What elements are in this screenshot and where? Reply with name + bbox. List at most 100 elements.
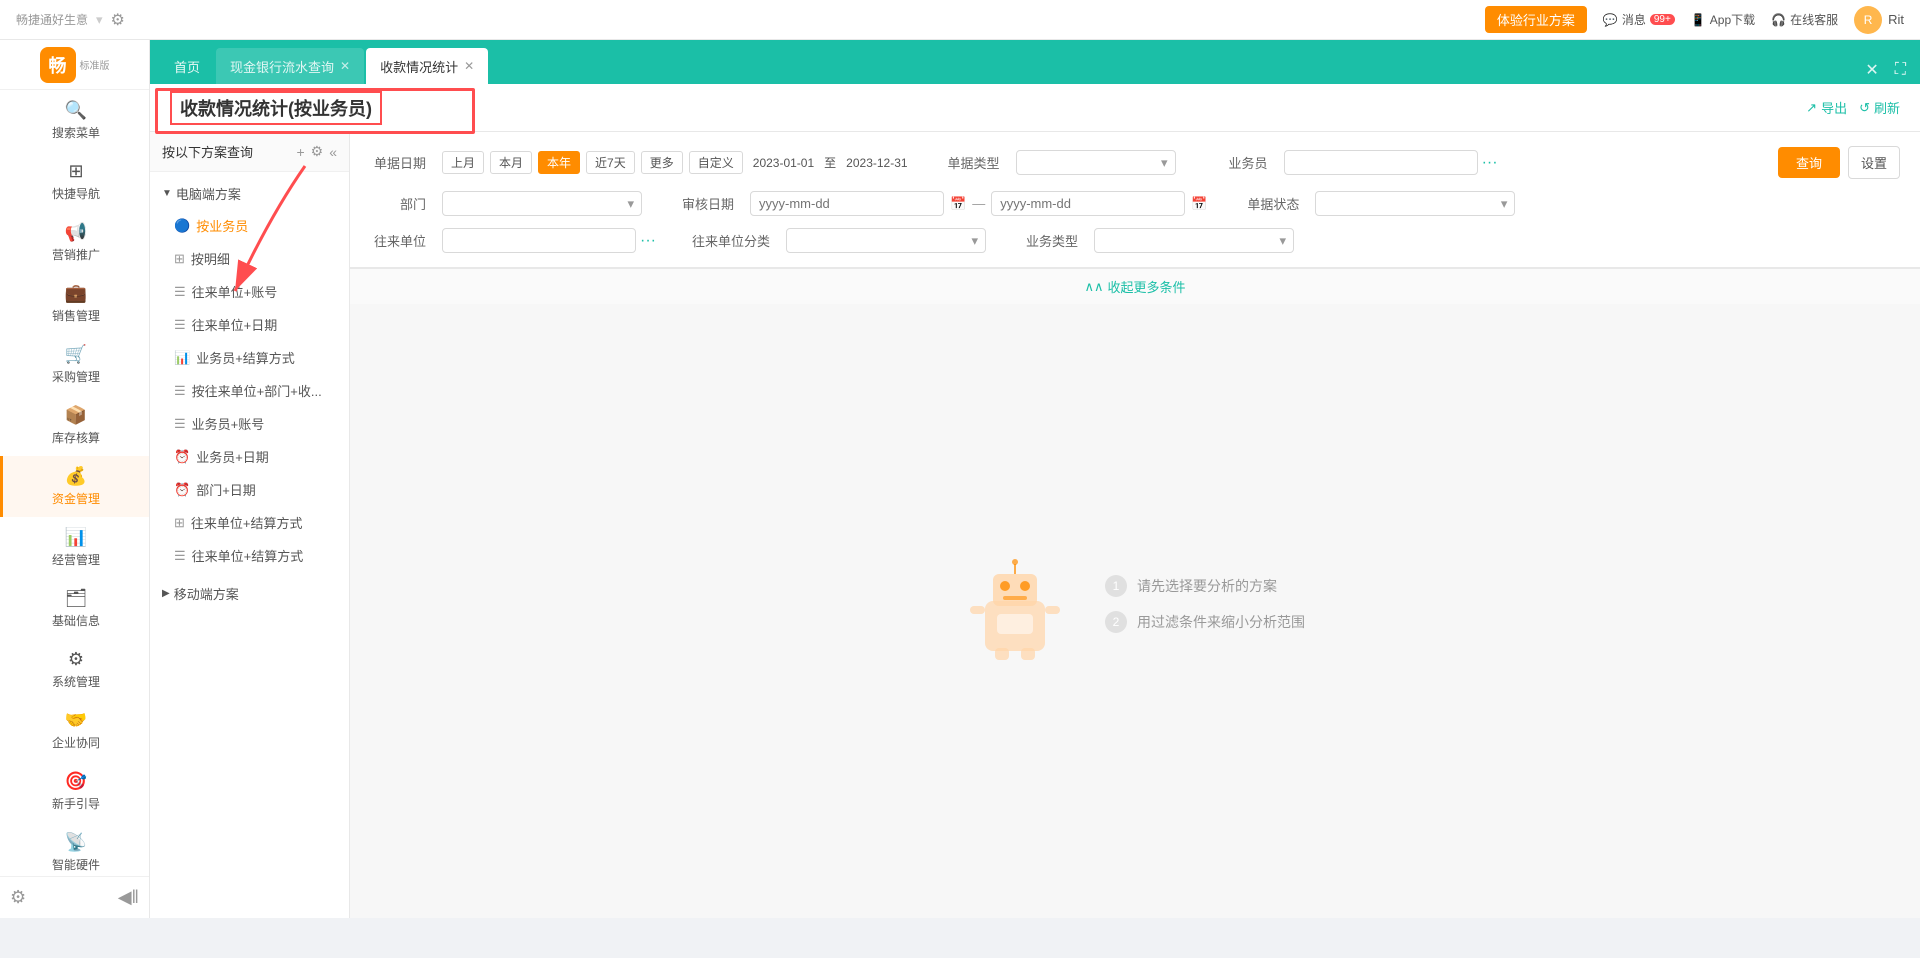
sales-icon: 💼 xyxy=(65,283,87,304)
user-area: R Rit xyxy=(1854,6,1904,34)
dept-select-wrap xyxy=(442,191,642,216)
counterpart-input[interactable] xyxy=(442,228,636,253)
tab-bank-flow-close[interactable]: ✕ xyxy=(340,59,350,73)
tab-bank-flow[interactable]: 现金银行流水查询 ✕ xyxy=(216,48,364,84)
review-date-to[interactable] xyxy=(991,191,1185,216)
dept-select[interactable] xyxy=(442,191,642,216)
scheme-item-unit-dept-collect[interactable]: ☰ 按往来单位+部门+收... xyxy=(150,374,349,407)
business-type-select[interactable] xyxy=(1094,228,1294,253)
voucher-status-select[interactable] xyxy=(1315,191,1515,216)
sidebar-item-system[interactable]: ⚙ 系统管理 xyxy=(0,639,149,700)
filter-actions: 查询 设置 xyxy=(1778,146,1900,179)
date-range-from: 2023-01-01 xyxy=(753,156,814,170)
logo-icon: 畅 xyxy=(40,47,76,83)
sidebar-item-inventory[interactable]: 📦 库存核算 xyxy=(0,395,149,456)
sidebar-item-label: 采购管理 xyxy=(52,368,100,385)
business-type-label: 业务类型 xyxy=(1022,231,1078,250)
scheme-item-by-salesperson[interactable]: 🔵 按业务员 xyxy=(150,209,349,242)
scheme-item-label: 往来单位+日期 xyxy=(192,315,278,334)
unit-date-icon: ☰ xyxy=(174,317,186,333)
scheme-item-unit-settle1[interactable]: ⊞ 往来单位+结算方式 xyxy=(150,506,349,539)
top-header: 畅捷通好生意 ▾ ⚙ 体验行业方案 💬 消息 99+ 📱 App下载 🎧 在线客… xyxy=(0,0,1920,40)
app-download-btn[interactable]: 📱 App下载 xyxy=(1691,11,1755,28)
collapse-sidebar-icon[interactable]: ◀‖ xyxy=(118,887,139,908)
close-tab-btn[interactable]: ✕ xyxy=(1861,56,1882,84)
refresh-btn[interactable]: ↺ 刷新 xyxy=(1859,98,1900,117)
panel-settings-btn[interactable]: ⚙ xyxy=(311,143,324,160)
message-badge: 99+ xyxy=(1650,14,1675,25)
scheme-item-salesperson-account[interactable]: ☰ 业务员+账号 xyxy=(150,407,349,440)
scheme-item-label: 往来单位+账号 xyxy=(192,282,278,301)
scheme-item-label: 往来单位+结算方式 xyxy=(192,546,304,565)
tab-collection-stat[interactable]: 收款情况统计 ✕ xyxy=(366,48,488,84)
collapse-bar[interactable]: ∧∧ 收起更多条件 xyxy=(350,268,1920,304)
sidebar-item-iot[interactable]: 📡 智能硬件 xyxy=(0,822,149,876)
tab-home[interactable]: 首页 xyxy=(160,48,214,84)
salesperson-more-btn[interactable]: ··· xyxy=(1482,154,1498,172)
setting-button[interactable]: 设置 xyxy=(1848,146,1900,179)
sidebar-item-guide[interactable]: 🎯 新手引导 xyxy=(0,761,149,822)
scheme-item-unit-settle2[interactable]: ☰ 往来单位+结算方式 xyxy=(150,539,349,572)
scheme-item-by-detail[interactable]: ⊞ 按明细 xyxy=(150,242,349,275)
counterpart-cat-select[interactable] xyxy=(786,228,986,253)
scheme-item-label: 业务员+账号 xyxy=(192,414,265,433)
date-range-to: 2023-12-31 xyxy=(846,156,907,170)
user-name: Rit xyxy=(1888,12,1904,27)
date-btn-last-month[interactable]: 上月 xyxy=(442,151,484,174)
sidebar-item-operation[interactable]: 📊 经营管理 xyxy=(0,517,149,578)
calendar-to-icon[interactable]: 📅 xyxy=(1191,196,1207,212)
empty-area: 1 请先选择要分析的方案 2 用过滤条件来缩小分析范围 xyxy=(350,304,1920,918)
sidebar-item-finance[interactable]: 💰 资金管理 xyxy=(0,456,149,517)
scheme-item-salesperson-date[interactable]: ⏰ 业务员+日期 xyxy=(150,440,349,473)
online-service-btn[interactable]: 🎧 在线客服 xyxy=(1771,11,1838,28)
maximize-btn[interactable]: ⛶ xyxy=(1891,57,1910,83)
sidebar-item-quicknav[interactable]: ⊞ 快捷导航 xyxy=(0,151,149,212)
panel-add-btn[interactable]: + xyxy=(296,144,304,160)
scheme-item-salesperson-settle[interactable]: 📊 业务员+结算方式 xyxy=(150,341,349,374)
sidebar-item-label: 经营管理 xyxy=(52,551,100,568)
counterpart-more-btn[interactable]: ··· xyxy=(640,232,656,250)
voucher-type-select[interactable] xyxy=(1016,150,1176,175)
date-btn-7days[interactable]: 近7天 xyxy=(586,151,635,174)
scheme-item-unit-date[interactable]: ☰ 往来单位+日期 xyxy=(150,308,349,341)
message-btn[interactable]: 💬 消息 99+ xyxy=(1603,11,1675,28)
trial-button[interactable]: 体验行业方案 xyxy=(1485,6,1587,33)
sidebar-item-sales[interactable]: 💼 销售管理 xyxy=(0,273,149,334)
review-date-from[interactable] xyxy=(750,191,944,216)
sidebar-item-basic[interactable]: 🗂 基础信息 xyxy=(0,578,149,639)
unit-dept-icon: ☰ xyxy=(174,383,186,399)
tab-home-label: 首页 xyxy=(174,57,200,76)
settings-icon[interactable]: ⚙ xyxy=(111,10,125,30)
date-btn-this-month[interactable]: 本月 xyxy=(490,151,532,174)
date-btn-custom[interactable]: 自定义 xyxy=(689,151,743,174)
settings-bottom-icon[interactable]: ⚙ xyxy=(10,887,26,908)
sidebar-item-enterprise[interactable]: 🤝 企业协同 xyxy=(0,700,149,761)
desktop-scheme-group: ▼ 电脑端方案 🔵 按业务员 ⊞ 按明细 ☰ 往来单位+账号 ☰ 往来单位 xyxy=(150,178,349,572)
basic-icon: 🗂 xyxy=(65,588,88,609)
desktop-group-header[interactable]: ▼ 电脑端方案 xyxy=(150,178,349,209)
tab-collection-stat-close[interactable]: ✕ xyxy=(464,59,474,73)
sidebar-item-search[interactable]: 🔍 搜索菜单 xyxy=(0,90,149,151)
date-label: 单据日期 xyxy=(370,153,426,172)
query-button[interactable]: 查询 xyxy=(1778,147,1840,178)
date-btn-this-year[interactable]: 本年 xyxy=(538,151,580,174)
export-btn[interactable]: ↗ 导出 xyxy=(1806,98,1847,117)
scheme-item-unit-account[interactable]: ☰ 往来单位+账号 xyxy=(150,275,349,308)
mobile-group-header[interactable]: ▶ 移动端方案 xyxy=(150,578,349,609)
header-left: 畅捷通好生意 ▾ ⚙ xyxy=(16,10,125,30)
left-panel: 按以下方案查询 + ⚙ « ▼ 电脑端方案 🔵 按业务员 ⊞ xyxy=(150,132,350,918)
page-title: 收款情况统计(按业务员) xyxy=(170,91,382,125)
review-date-label: 审核日期 xyxy=(678,194,734,213)
sidebar-item-purchase[interactable]: 🛒 采购管理 xyxy=(0,334,149,395)
tab-bar-right: ✕ ⛶ xyxy=(1861,56,1910,84)
scheme-item-label: 业务员+结算方式 xyxy=(196,348,295,367)
calendar-from-icon[interactable]: 📅 xyxy=(950,196,966,212)
main-area: 首页 现金银行流水查询 ✕ 收款情况统计 ✕ ✕ ⛶ 收款情况统计(按业务员) … xyxy=(150,40,1920,918)
panel-collapse-btn[interactable]: « xyxy=(329,144,337,160)
date-btn-more[interactable]: 更多 xyxy=(641,151,683,174)
sidebar-item-marketing[interactable]: 📢 营销推广 xyxy=(0,212,149,273)
sidebar-item-label: 销售管理 xyxy=(52,307,100,324)
inventory-icon: 📦 xyxy=(65,405,87,426)
salesperson-input[interactable] xyxy=(1284,150,1478,175)
scheme-item-dept-date[interactable]: ⏰ 部门+日期 xyxy=(150,473,349,506)
